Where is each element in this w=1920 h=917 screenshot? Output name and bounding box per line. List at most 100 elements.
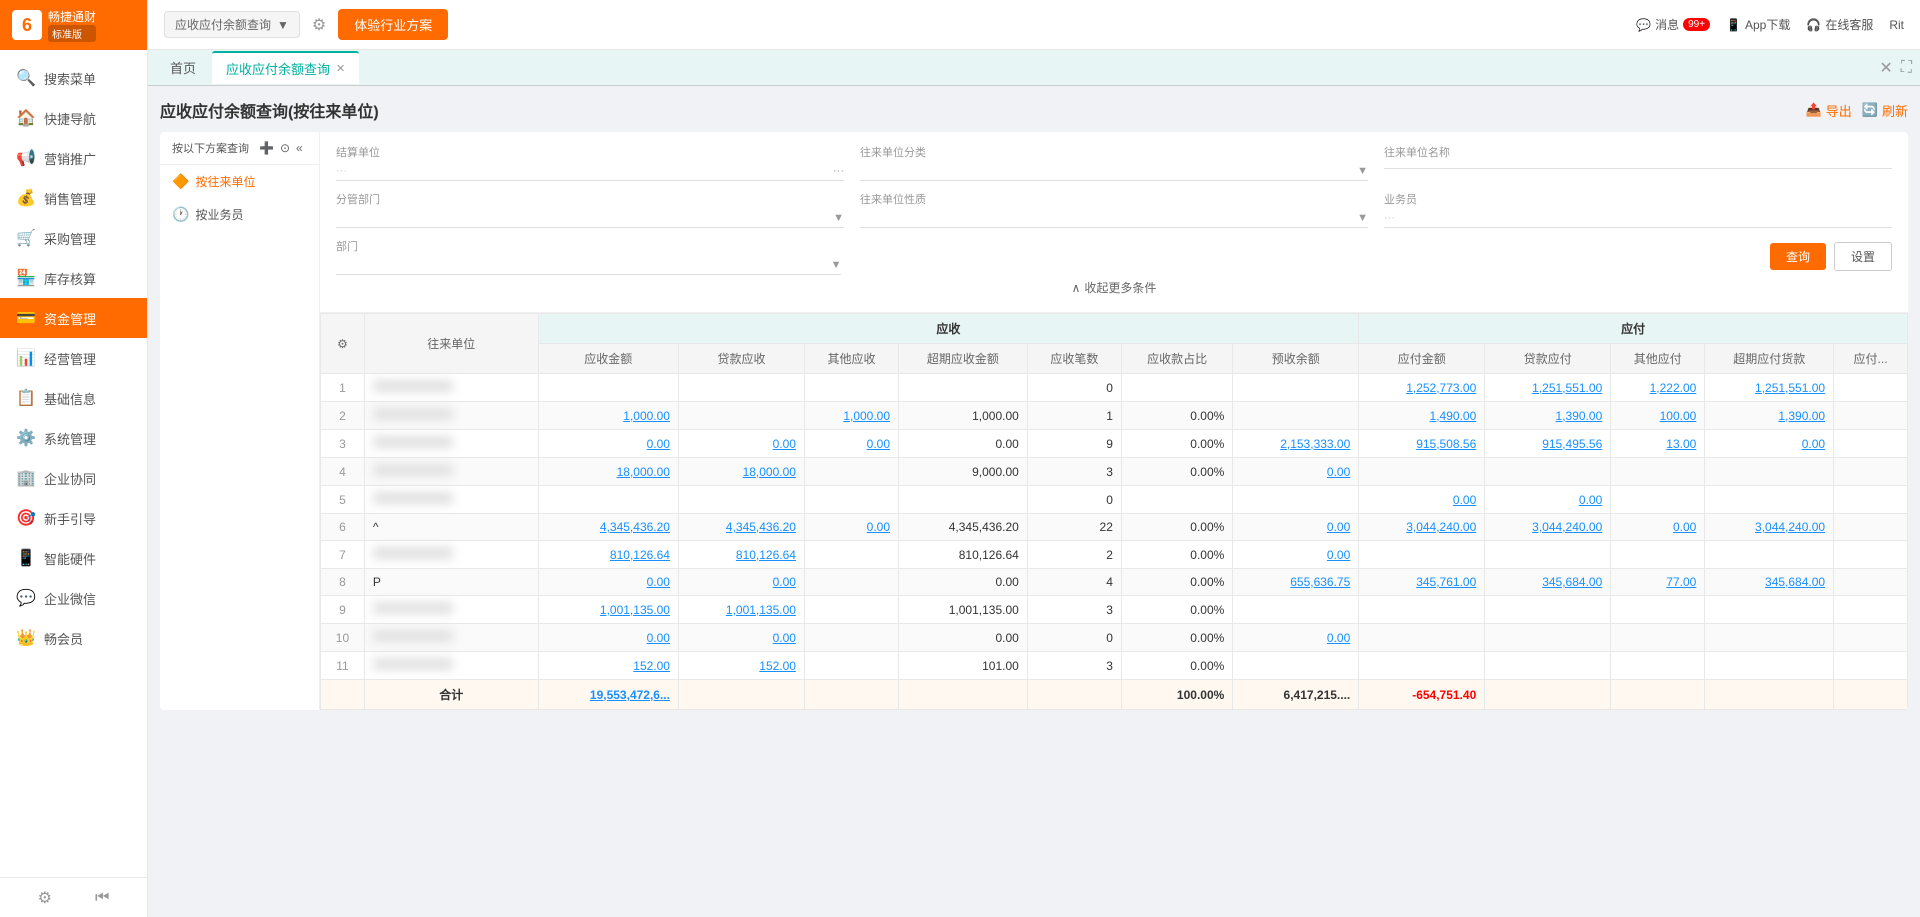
topbar-user[interactable]: Rit	[1889, 18, 1904, 32]
table-cell[interactable]: 810,126.64	[678, 541, 804, 569]
sidebar-item-sales[interactable]: 💰 销售管理	[0, 178, 147, 218]
table-cell[interactable]: 655,636.75	[1233, 569, 1359, 596]
table-cell[interactable]: 810,126.64	[538, 541, 678, 569]
table-cell[interactable]: 152.00	[538, 652, 678, 680]
export-button[interactable]: 📤 导出	[1806, 101, 1852, 120]
sidebar-item-purchase[interactable]: 🛒 采购管理	[0, 218, 147, 258]
add-scheme-icon[interactable]: ➕	[259, 141, 274, 155]
tab-expand-icon[interactable]: ⛶	[1901, 59, 1912, 77]
sidebar-item-hardware[interactable]: 📱 智能硬件	[0, 538, 147, 578]
table-cell[interactable]: 4,345,436.20	[678, 514, 804, 541]
table-cell[interactable]: 1,222.00	[1611, 374, 1705, 402]
partner-nature-input[interactable]: ▼	[860, 209, 1368, 228]
topbar-settings-icon[interactable]: ⚙	[312, 15, 326, 35]
table-cell[interactable]: 345,761.00	[1359, 569, 1485, 596]
table-cell[interactable]	[1359, 458, 1485, 486]
table-cell[interactable]: 915,508.56	[1359, 430, 1485, 458]
sidebar-collapse-icon[interactable]: ⏮	[95, 889, 109, 907]
refresh-button[interactable]: 🔄 刷新	[1862, 101, 1908, 120]
table-cell[interactable]: 3,044,240.00	[1359, 514, 1485, 541]
table-cell[interactable]: 18,000.00	[538, 458, 678, 486]
setting-button[interactable]: 设置	[1834, 242, 1892, 271]
sidebar-settings-icon[interactable]: ⚙	[38, 888, 52, 908]
dept-manage-input[interactable]: ▼	[336, 209, 844, 228]
tab-close-all-icon[interactable]: ✕	[1879, 58, 1892, 78]
table-cell[interactable]: 1,001,135.00	[538, 596, 678, 624]
table-cell[interactable]	[804, 458, 898, 486]
table-cell[interactable]	[1705, 541, 1834, 569]
table-cell[interactable]: 345,684.00	[1705, 569, 1834, 596]
sidebar-item-finance[interactable]: 💳 资金管理	[0, 298, 147, 338]
table-cell[interactable]	[678, 486, 804, 514]
table-cell[interactable]	[1485, 652, 1611, 680]
topbar-message[interactable]: 💬 消息 99+	[1636, 16, 1710, 33]
table-cell[interactable]	[1233, 486, 1359, 514]
table-cell[interactable]	[804, 596, 898, 624]
table-cell[interactable]: 0.00	[538, 569, 678, 596]
table-cell[interactable]: 0.00	[1233, 541, 1359, 569]
table-cell[interactable]: 0.00	[1359, 486, 1485, 514]
table-cell[interactable]	[1233, 596, 1359, 624]
table-cell[interactable]	[1233, 652, 1359, 680]
table-cell[interactable]: 0.00	[1233, 514, 1359, 541]
table-cell[interactable]: 0.00	[678, 430, 804, 458]
table-cell[interactable]: 0.00	[804, 430, 898, 458]
tab-query-close-icon[interactable]: ✕	[336, 62, 345, 75]
table-cell[interactable]: 1,490.00	[1359, 402, 1485, 430]
table-cell[interactable]: 1,251,551.00	[1705, 374, 1834, 402]
query-button[interactable]: 查询	[1770, 243, 1826, 270]
table-cell[interactable]	[804, 374, 898, 402]
table-cell[interactable]: 13.00	[1611, 430, 1705, 458]
table-cell[interactable]	[804, 541, 898, 569]
table-cell[interactable]	[1611, 458, 1705, 486]
table-cell[interactable]: 1,000.00	[538, 402, 678, 430]
sidebar-item-marketing[interactable]: 📢 营销推广	[0, 138, 147, 178]
table-cell[interactable]: 0.00	[538, 430, 678, 458]
trial-button[interactable]: 体验行业方案	[338, 9, 448, 40]
table-cell[interactable]: 1,252,773.00	[1359, 374, 1485, 402]
table-cell[interactable]: 77.00	[1611, 569, 1705, 596]
table-cell[interactable]: 1,390.00	[1705, 402, 1834, 430]
table-cell[interactable]: 0.00	[538, 624, 678, 652]
sidebar-item-basic[interactable]: 📋 基础信息	[0, 378, 147, 418]
sidebar-item-quick[interactable]: 🏠 快捷导航	[0, 98, 147, 138]
table-cell[interactable]: 915,495.56	[1485, 430, 1611, 458]
table-cell[interactable]: 0.00	[678, 569, 804, 596]
table-cell[interactable]: 3,044,240.00	[1705, 514, 1834, 541]
topbar-breadcrumb[interactable]: 应收应付余额查询 ▼	[164, 11, 300, 38]
table-cell[interactable]	[1705, 486, 1834, 514]
table-cell[interactable]	[1705, 458, 1834, 486]
table-cell[interactable]	[1611, 652, 1705, 680]
table-cell[interactable]: 3,044,240.00	[1485, 514, 1611, 541]
sidebar-item-wechat[interactable]: 💬 企业微信	[0, 578, 147, 618]
table-cell[interactable]	[1485, 541, 1611, 569]
table-cell[interactable]: 345,684.00	[1485, 569, 1611, 596]
partner-name-input[interactable]	[1384, 162, 1892, 169]
table-cell[interactable]	[1359, 624, 1485, 652]
table-cell[interactable]	[538, 486, 678, 514]
table-cell[interactable]	[804, 486, 898, 514]
scheme-item-by-company[interactable]: 🔶 按往来单位	[160, 165, 319, 198]
tab-home[interactable]: 首页	[156, 52, 210, 83]
table-cell[interactable]	[1485, 624, 1611, 652]
table-cell[interactable]	[1611, 541, 1705, 569]
table-cell[interactable]: 1,000.00	[804, 402, 898, 430]
table-cell[interactable]: 1,251,551.00	[1485, 374, 1611, 402]
table-cell[interactable]	[1359, 541, 1485, 569]
table-cell[interactable]	[538, 374, 678, 402]
collapse-button[interactable]: ∧ 收起更多条件	[336, 275, 1892, 300]
table-cell[interactable]: 0.00	[1705, 430, 1834, 458]
table-cell[interactable]	[1485, 596, 1611, 624]
sidebar-item-corp[interactable]: 🏢 企业协同	[0, 458, 147, 498]
table-cell[interactable]	[804, 652, 898, 680]
sidebar-item-system[interactable]: ⚙️ 系统管理	[0, 418, 147, 458]
table-cell[interactable]	[1705, 596, 1834, 624]
dept-input[interactable]: ▼	[336, 256, 841, 275]
salesman-input[interactable]: ···	[1384, 209, 1892, 228]
table-cell[interactable]: 18,000.00	[678, 458, 804, 486]
table-cell[interactable]	[1611, 624, 1705, 652]
table-cell[interactable]	[804, 569, 898, 596]
table-cell[interactable]	[1611, 596, 1705, 624]
table-cell[interactable]	[1359, 652, 1485, 680]
table-cell[interactable]: 0.00	[678, 624, 804, 652]
